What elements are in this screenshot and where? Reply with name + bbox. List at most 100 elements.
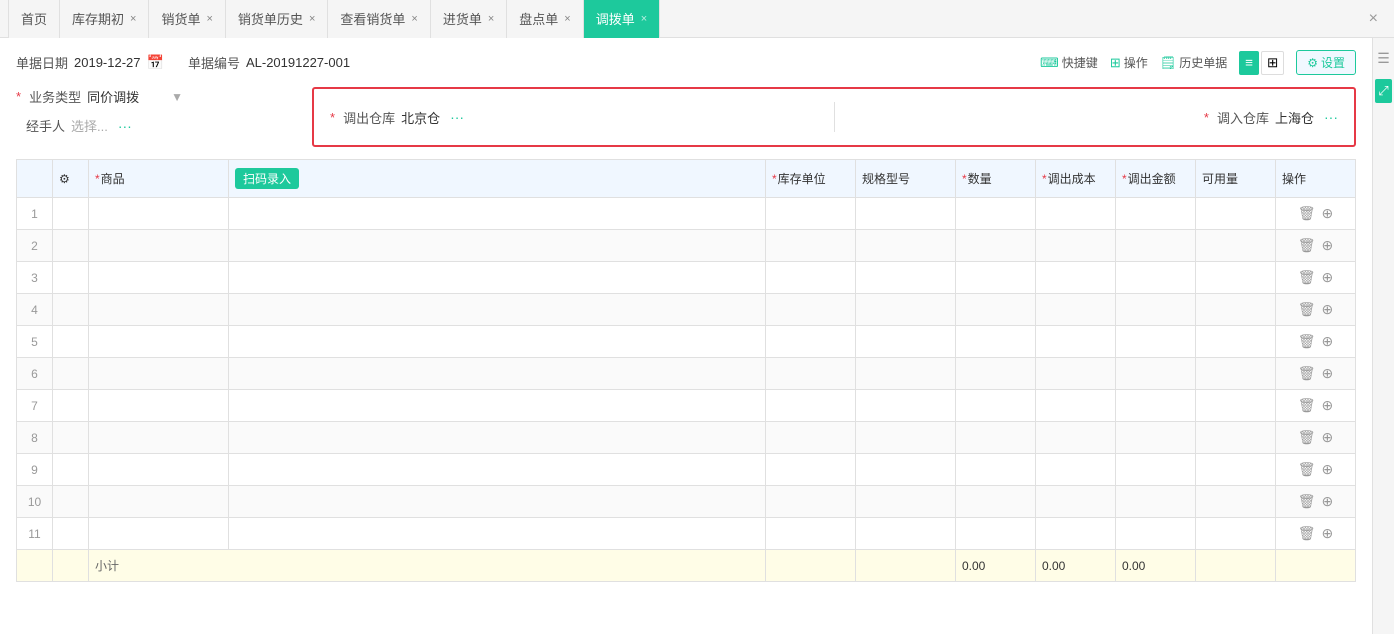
- row-spec[interactable]: [856, 486, 956, 518]
- row-qty[interactable]: [956, 454, 1036, 486]
- tab-home[interactable]: 首页: [8, 0, 60, 38]
- row-cost[interactable]: [1036, 454, 1116, 486]
- row-qty[interactable]: [956, 198, 1036, 230]
- row-spec[interactable]: [856, 390, 956, 422]
- row-product[interactable]: [89, 518, 229, 550]
- delete-icon[interactable]: 🗑: [1298, 429, 1316, 446]
- tab-sales-order[interactable]: 销货单 ×: [149, 0, 225, 38]
- delete-icon[interactable]: 🗑: [1298, 525, 1316, 542]
- row-cost[interactable]: [1036, 358, 1116, 390]
- row-unit[interactable]: [766, 358, 856, 390]
- row-amount[interactable]: [1116, 454, 1196, 486]
- row-amount[interactable]: [1116, 294, 1196, 326]
- row-unit[interactable]: [766, 326, 856, 358]
- row-spec[interactable]: [856, 518, 956, 550]
- row-product[interactable]: [89, 454, 229, 486]
- row-amount[interactable]: [1116, 422, 1196, 454]
- row-unit[interactable]: [766, 390, 856, 422]
- row-spec[interactable]: [856, 358, 956, 390]
- settings-button[interactable]: ⚙ 设置: [1296, 50, 1356, 75]
- copy-icon[interactable]: ⊕: [1322, 333, 1334, 350]
- copy-icon[interactable]: ⊕: [1322, 205, 1334, 222]
- row-qty[interactable]: [956, 486, 1036, 518]
- row-spec[interactable]: [856, 230, 956, 262]
- row-scan[interactable]: [229, 326, 766, 358]
- delete-icon[interactable]: 🗑: [1298, 397, 1316, 414]
- delete-icon[interactable]: 🗑: [1298, 237, 1316, 254]
- row-product[interactable]: [89, 230, 229, 262]
- row-qty[interactable]: [956, 518, 1036, 550]
- tab-inventory-init[interactable]: 库存期初 ×: [60, 0, 149, 38]
- row-unit[interactable]: [766, 230, 856, 262]
- person-more-button[interactable]: ···: [118, 118, 132, 134]
- out-warehouse-more-button[interactable]: ···: [450, 109, 464, 125]
- tab-transfer[interactable]: 调拨单 ×: [584, 0, 660, 38]
- shortcuts-button[interactable]: ⌨ 快捷键: [1040, 54, 1098, 71]
- dropdown-icon[interactable]: ▼: [171, 90, 183, 104]
- row-scan[interactable]: [229, 422, 766, 454]
- row-product[interactable]: [89, 294, 229, 326]
- row-unit[interactable]: [766, 198, 856, 230]
- tab-close-inventory-check[interactable]: ×: [564, 13, 570, 25]
- row-cost[interactable]: [1036, 294, 1116, 326]
- row-scan[interactable]: [229, 294, 766, 326]
- row-amount[interactable]: [1116, 390, 1196, 422]
- sidebar-expand-icon[interactable]: ⤢: [1375, 79, 1391, 103]
- row-scan[interactable]: [229, 230, 766, 262]
- row-spec[interactable]: [856, 454, 956, 486]
- view-list-button[interactable]: ≡: [1239, 51, 1259, 75]
- calendar-icon[interactable]: 📅: [147, 54, 164, 71]
- row-spec[interactable]: [856, 198, 956, 230]
- row-amount[interactable]: [1116, 518, 1196, 550]
- row-unit[interactable]: [766, 422, 856, 454]
- row-scan[interactable]: [229, 486, 766, 518]
- delete-icon[interactable]: 🗑: [1298, 461, 1316, 478]
- row-product[interactable]: [89, 486, 229, 518]
- row-cost[interactable]: [1036, 486, 1116, 518]
- row-cost[interactable]: [1036, 198, 1116, 230]
- row-spec[interactable]: [856, 294, 956, 326]
- in-warehouse-more-button[interactable]: ···: [1324, 109, 1338, 125]
- row-unit[interactable]: [766, 294, 856, 326]
- row-qty[interactable]: [956, 262, 1036, 294]
- row-product[interactable]: [89, 262, 229, 294]
- col-header-gear[interactable]: ⚙: [53, 160, 89, 198]
- row-amount[interactable]: [1116, 262, 1196, 294]
- history-button[interactable]: 🗒 历史单据: [1160, 54, 1228, 71]
- delete-icon[interactable]: 🗑: [1298, 205, 1316, 222]
- row-cost[interactable]: [1036, 390, 1116, 422]
- row-qty[interactable]: [956, 326, 1036, 358]
- row-scan[interactable]: [229, 358, 766, 390]
- row-amount[interactable]: [1116, 326, 1196, 358]
- copy-icon[interactable]: ⊕: [1322, 397, 1334, 414]
- row-amount[interactable]: [1116, 230, 1196, 262]
- row-amount[interactable]: [1116, 198, 1196, 230]
- copy-icon[interactable]: ⊕: [1322, 269, 1334, 286]
- row-amount[interactable]: [1116, 486, 1196, 518]
- row-product[interactable]: [89, 358, 229, 390]
- row-product[interactable]: [89, 390, 229, 422]
- person-placeholder[interactable]: 选择...: [71, 116, 108, 135]
- row-scan[interactable]: [229, 262, 766, 294]
- tab-inventory-check[interactable]: 盘点单 ×: [507, 0, 583, 38]
- row-unit[interactable]: [766, 454, 856, 486]
- row-unit[interactable]: [766, 518, 856, 550]
- view-grid-button[interactable]: ⊞: [1261, 51, 1284, 75]
- row-spec[interactable]: [856, 326, 956, 358]
- copy-icon[interactable]: ⊕: [1322, 461, 1334, 478]
- tab-close-inventory-init[interactable]: ×: [130, 13, 136, 25]
- window-close-button[interactable]: ×: [1361, 10, 1386, 28]
- delete-icon[interactable]: 🗑: [1298, 333, 1316, 350]
- row-scan[interactable]: [229, 198, 766, 230]
- delete-icon[interactable]: 🗑: [1298, 301, 1316, 318]
- row-scan[interactable]: [229, 454, 766, 486]
- tab-purchase[interactable]: 进货单 ×: [431, 0, 507, 38]
- tab-sales-history[interactable]: 销货单历史 ×: [226, 0, 328, 38]
- row-scan[interactable]: [229, 518, 766, 550]
- row-qty[interactable]: [956, 390, 1036, 422]
- delete-icon[interactable]: 🗑: [1298, 269, 1316, 286]
- delete-icon[interactable]: 🗑: [1298, 365, 1316, 382]
- row-qty[interactable]: [956, 294, 1036, 326]
- tab-close-purchase[interactable]: ×: [488, 13, 494, 25]
- row-unit[interactable]: [766, 262, 856, 294]
